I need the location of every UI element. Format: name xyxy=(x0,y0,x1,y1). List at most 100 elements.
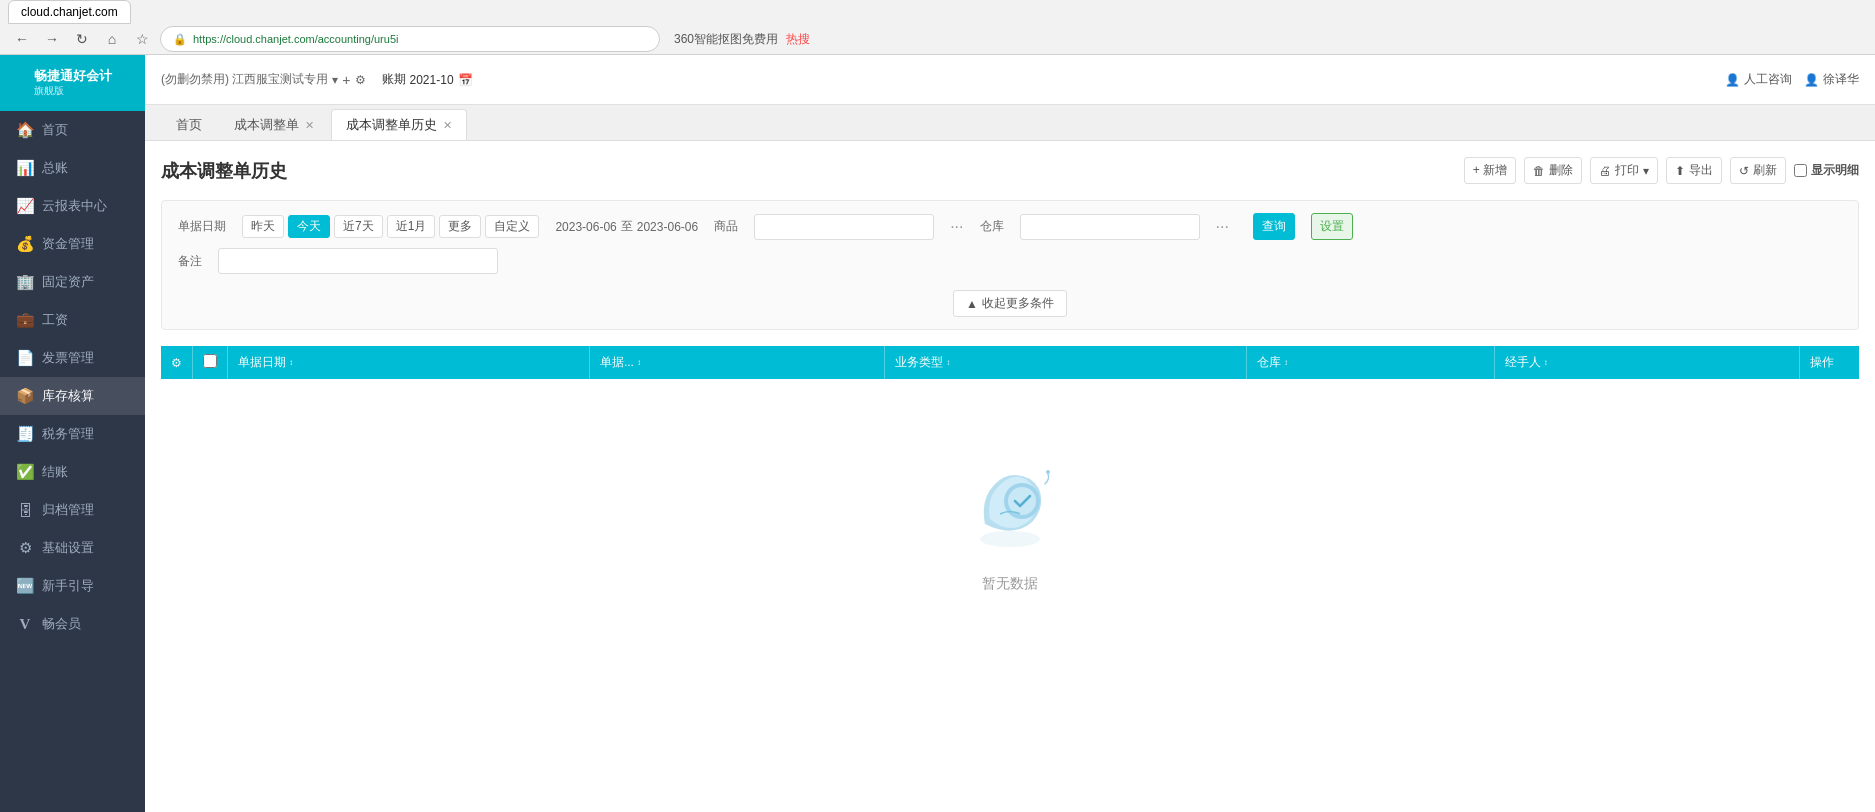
date-btn-custom[interactable]: 自定义 xyxy=(485,215,539,238)
tab-cost-adjust-history[interactable]: 成本调整单历史 ✕ xyxy=(331,109,467,140)
secure-icon: 🔒 xyxy=(173,33,187,46)
search-tool[interactable]: 360智能抠图免费用 xyxy=(674,31,778,48)
sidebar-item-invoice-mgmt[interactable]: 📄 发票管理 xyxy=(0,339,145,377)
new-btn[interactable]: + 新增 xyxy=(1464,157,1516,184)
sidebar-item-label: 库存核算 xyxy=(42,387,94,405)
tab-cost-adjust-history-close[interactable]: ✕ xyxy=(443,119,452,132)
sidebar-item-fund-mgmt[interactable]: 💰 资金管理 xyxy=(0,225,145,263)
date-from: 2023-06-06 xyxy=(555,220,616,234)
th-checkbox[interactable] xyxy=(193,346,228,379)
sidebar-menu: 🏠 首页 📊 总账 📈 云报表中心 💰 资金管理 🏢 固定资产 💼 工资 xyxy=(0,111,145,812)
home-btn[interactable]: ⌂ xyxy=(100,27,124,51)
closing-icon: ✅ xyxy=(16,463,34,481)
th-date-label: 单据日期 xyxy=(238,354,286,371)
date-btn-1month[interactable]: 近1月 xyxy=(387,215,436,238)
empty-text: 暂无数据 xyxy=(982,575,1038,593)
sidebar-item-member[interactable]: V 畅会员 xyxy=(0,605,145,643)
browser-tab-bar: cloud.chanjet.com xyxy=(0,0,1875,24)
dropdown-arrow-icon[interactable]: ▾ xyxy=(332,73,338,87)
sidebar-item-ledger[interactable]: 📊 总账 xyxy=(0,149,145,187)
tab-cost-adjust-label: 成本调整单 xyxy=(234,116,299,134)
sort-arrows-number: ↕ xyxy=(637,359,641,367)
sidebar: 畅捷通好会计 旗舰版 🏠 首页 📊 总账 📈 云报表中心 💰 资金管理 xyxy=(0,55,145,812)
active-browser-tab[interactable]: cloud.chanjet.com xyxy=(8,0,131,24)
sidebar-item-inventory[interactable]: 📦 库存核算 xyxy=(0,377,145,415)
calendar-icon[interactable]: 📅 xyxy=(458,73,473,87)
refresh-btn[interactable]: ↺ 刷新 xyxy=(1730,157,1786,184)
back-btn[interactable]: ← xyxy=(10,27,34,51)
sidebar-item-fixed-assets[interactable]: 🏢 固定资产 xyxy=(0,263,145,301)
header-period: 账期 2021-10 📅 xyxy=(382,71,473,88)
delete-btn[interactable]: 🗑 删除 xyxy=(1524,157,1582,184)
sidebar-logo: 畅捷通好会计 旗舰版 xyxy=(0,55,145,111)
consult-icon: 👤 xyxy=(1725,73,1740,87)
date-range: 2023-06-06 至 2023-06-06 xyxy=(555,218,698,235)
th-handler[interactable]: 经手人 ↕ xyxy=(1494,346,1799,379)
reload-btn[interactable]: ↻ xyxy=(70,27,94,51)
display-toggle[interactable]: 显示明细 xyxy=(1794,162,1859,179)
sort-arrows-warehouse: ↕ xyxy=(1284,359,1288,367)
query-btn[interactable]: 查询 xyxy=(1253,213,1295,240)
consult-btn[interactable]: 👤 人工咨询 xyxy=(1725,71,1792,88)
tab-home-label: 首页 xyxy=(176,116,202,134)
address-bar[interactable]: 🔒 https://cloud.chanjet.com/accounting/u… xyxy=(160,26,660,52)
sidebar-item-tax-mgmt[interactable]: 🧾 税务管理 xyxy=(0,415,145,453)
refresh-label: 刷新 xyxy=(1753,162,1777,179)
sidebar-item-label: 资金管理 xyxy=(42,235,94,253)
th-biz-type[interactable]: 业务类型 ↕ xyxy=(885,346,1247,379)
th-gear[interactable]: ⚙ xyxy=(161,346,193,379)
tab-home[interactable]: 首页 xyxy=(161,109,217,140)
fund-icon: 💰 xyxy=(16,235,34,253)
th-warehouse-label: 仓库 xyxy=(1257,354,1281,371)
tab-cost-adjust[interactable]: 成本调整单 ✕ xyxy=(219,109,329,140)
logo-text: 畅捷通好会计 xyxy=(34,68,112,85)
sidebar-item-label: 税务管理 xyxy=(42,425,94,443)
print-icon: 🖨 xyxy=(1599,164,1611,178)
warehouse-dots[interactable]: ··· xyxy=(1216,218,1229,236)
date-filter-buttons: 昨天 今天 近7天 近1月 更多 自定义 xyxy=(242,215,539,238)
add-icon[interactable]: + xyxy=(342,72,350,88)
select-all-checkbox[interactable] xyxy=(203,354,217,368)
sidebar-item-basic-settings[interactable]: ⚙ 基础设置 xyxy=(0,529,145,567)
sidebar-item-archive-mgmt[interactable]: 🗄 归档管理 xyxy=(0,491,145,529)
sidebar-item-label: 首页 xyxy=(42,121,68,139)
user-info[interactable]: 👤 徐译华 xyxy=(1804,71,1859,88)
date-btn-today[interactable]: 今天 xyxy=(288,215,330,238)
goods-dots[interactable]: ··· xyxy=(950,218,963,236)
th-warehouse[interactable]: 仓库 ↕ xyxy=(1247,346,1495,379)
sidebar-item-label: 发票管理 xyxy=(42,349,94,367)
sidebar-item-closing[interactable]: ✅ 结账 xyxy=(0,453,145,491)
th-date[interactable]: 单据日期 ↕ xyxy=(228,346,590,379)
settings-icon[interactable]: ⚙ xyxy=(355,73,366,87)
forward-btn[interactable]: → xyxy=(40,27,64,51)
goods-filter-input[interactable] xyxy=(754,214,934,240)
warehouse-filter-label: 仓库 xyxy=(980,218,1004,235)
sidebar-item-new-guide[interactable]: 🆕 新手引导 xyxy=(0,567,145,605)
payroll-icon: 💼 xyxy=(16,311,34,329)
th-number-label: 单据... xyxy=(600,354,634,371)
display-toggle-checkbox[interactable] xyxy=(1794,164,1807,177)
empty-icon xyxy=(960,459,1060,559)
filter-setting-btn[interactable]: 设置 xyxy=(1311,213,1353,240)
fixed-assets-icon: 🏢 xyxy=(16,273,34,291)
delete-label: 删除 xyxy=(1549,162,1573,179)
export-btn[interactable]: ⬆ 导出 xyxy=(1666,157,1722,184)
svg-point-3 xyxy=(1046,470,1050,474)
sidebar-item-home[interactable]: 🏠 首页 xyxy=(0,111,145,149)
collapse-btn[interactable]: ▲ 收起更多条件 xyxy=(953,290,1067,317)
warehouse-filter-input[interactable] xyxy=(1020,214,1200,240)
print-btn[interactable]: 🖨 打印 ▾ xyxy=(1590,157,1658,184)
remark-filter-input[interactable] xyxy=(218,248,498,274)
consult-label: 人工咨询 xyxy=(1744,71,1792,88)
bookmark-btn[interactable]: ☆ xyxy=(130,27,154,51)
th-number[interactable]: 单据... ↕ xyxy=(589,346,884,379)
sidebar-item-payroll[interactable]: 💼 工资 xyxy=(0,301,145,339)
tab-cost-adjust-close[interactable]: ✕ xyxy=(305,119,314,132)
sort-arrows-biz: ↕ xyxy=(946,359,950,367)
date-filter-label: 单据日期 xyxy=(178,218,226,235)
date-btn-yesterday[interactable]: 昨天 xyxy=(242,215,284,238)
date-btn-more[interactable]: 更多 xyxy=(439,215,481,238)
sidebar-item-label: 云报表中心 xyxy=(42,197,107,215)
date-btn-7days[interactable]: 近7天 xyxy=(334,215,383,238)
sidebar-item-report-center[interactable]: 📈 云报表中心 xyxy=(0,187,145,225)
